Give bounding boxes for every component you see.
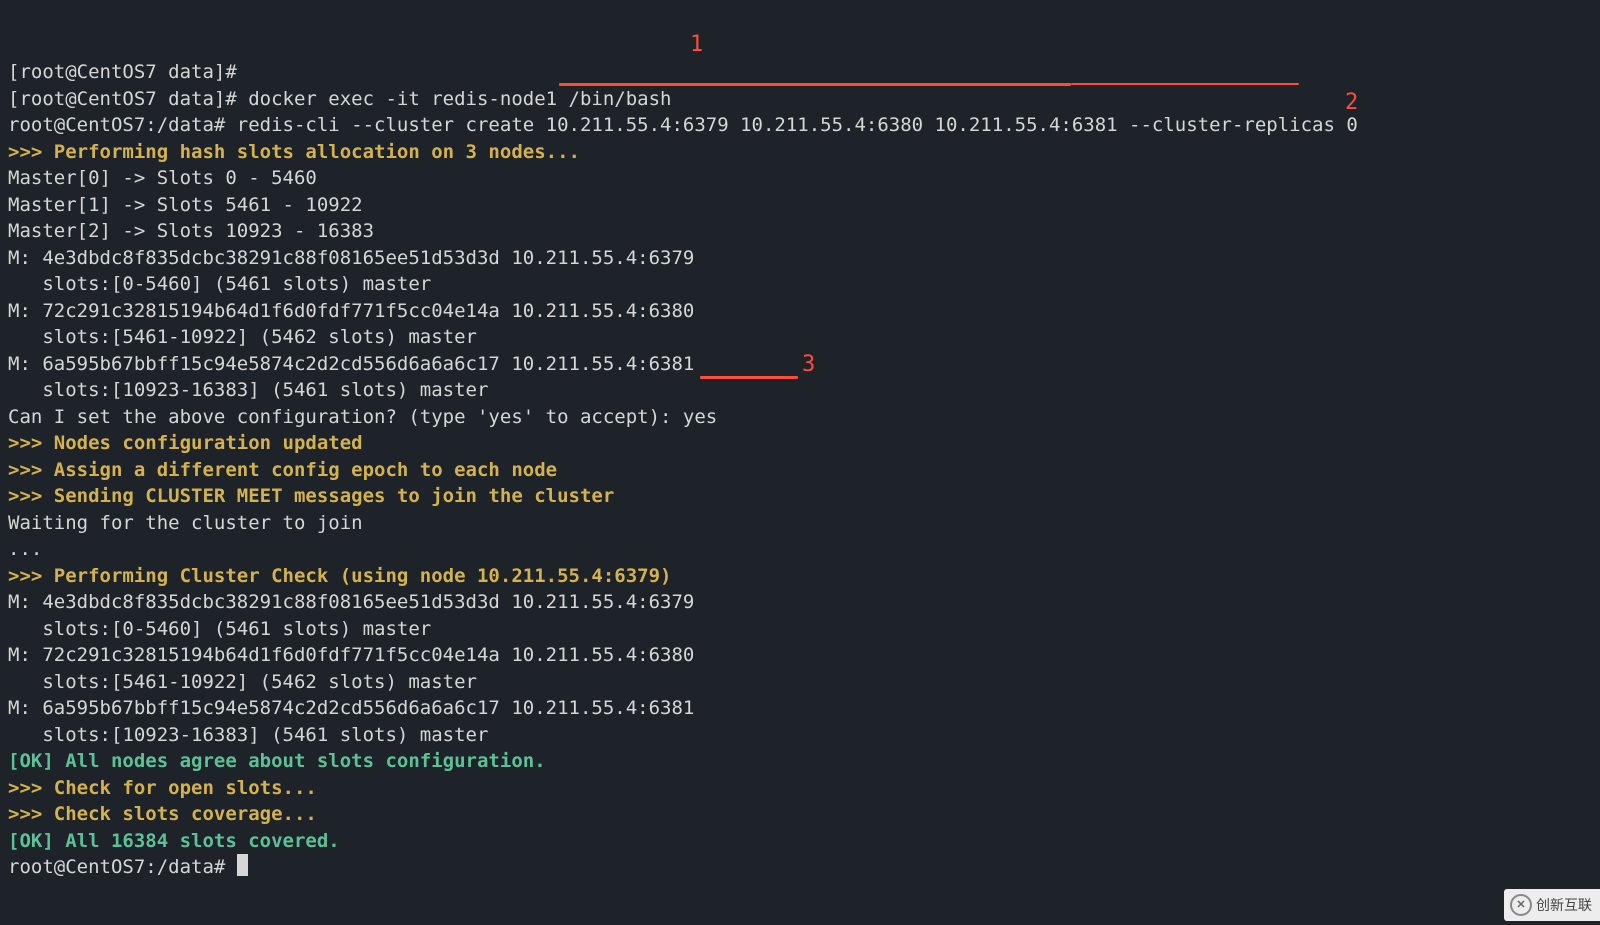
underline-cluster-addresses	[559, 83, 1071, 86]
terminal-text: [root@CentOS7 data]# docker exec -it red…	[8, 88, 671, 110]
terminal-text: slots:[5461-10922] (5462 slots) master	[8, 326, 477, 348]
terminal-line: >>> Check slots coverage...	[8, 801, 1592, 828]
terminal-text: ...	[8, 538, 42, 560]
terminal-text: [OK] All nodes agree about slots configu…	[8, 750, 546, 772]
annotation-1: 1	[690, 32, 703, 59]
terminal-line: Master[2] -> Slots 10923 - 16383	[8, 218, 1592, 245]
terminal-text: slots:[5461-10922] (5462 slots) master	[8, 671, 477, 693]
terminal-line: slots:[10923-16383] (5461 slots) master	[8, 377, 1592, 404]
terminal-text: Waiting for the cluster to join	[8, 512, 363, 534]
terminal-text: M: 72c291c32815194b64d1f6d0fdf771f5cc04e…	[8, 644, 694, 666]
terminal-line: >>> Assign a different config epoch to e…	[8, 457, 1592, 484]
terminal-line: >>> Performing Cluster Check (using node…	[8, 563, 1592, 590]
terminal-text: [root@CentOS7 data]#	[8, 61, 237, 83]
annotation-3: 3	[802, 352, 815, 379]
terminal-line: slots:[5461-10922] (5462 slots) master	[8, 669, 1592, 696]
terminal-text: slots:[10923-16383] (5461 slots) master	[8, 724, 488, 746]
terminal-text: Master[1] -> Slots 5461 - 10922	[8, 194, 363, 216]
terminal-line: >>> Check for open slots...	[8, 775, 1592, 802]
underline-cluster-addresses-2	[1071, 83, 1299, 85]
terminal-line: [OK] All nodes agree about slots configu…	[8, 748, 1592, 775]
terminal-line: M: 72c291c32815194b64d1f6d0fdf771f5cc04e…	[8, 298, 1592, 325]
terminal-text: root@CentOS7:/data# redis-cli --cluster …	[8, 114, 1358, 136]
terminal-line: [OK] All 16384 slots covered.	[8, 828, 1592, 855]
terminal-line: [root@CentOS7 data]#	[8, 59, 1592, 86]
terminal-line: root@CentOS7:/data#	[8, 854, 1592, 881]
watermark-badge: ✕ 创新互联	[1504, 889, 1600, 922]
terminal-output: [root@CentOS7 data]# [root@CentOS7 data]#…	[8, 59, 1592, 881]
terminal-line: M: 72c291c32815194b64d1f6d0fdf771f5cc04e…	[8, 642, 1592, 669]
watermark-logo-icon: ✕	[1510, 894, 1532, 916]
terminal-window[interactable]: [root@CentOS7 data]# [root@CentOS7 data]#…	[0, 0, 1600, 925]
terminal-line: M: 6a595b67bbff15c94e5874c2d2cd556d6a6a6…	[8, 351, 1592, 378]
terminal-text: Master[0] -> Slots 0 - 5460	[8, 167, 317, 189]
terminal-text: >>> Assign a different config epoch to e…	[8, 459, 557, 481]
terminal-text: >>> Sending CLUSTER MEET messages to joi…	[8, 485, 614, 507]
terminal-text: M: 6a595b67bbff15c94e5874c2d2cd556d6a6a6…	[8, 697, 694, 719]
terminal-line: slots:[10923-16383] (5461 slots) master	[8, 722, 1592, 749]
terminal-text: [OK] All 16384 slots covered.	[8, 830, 340, 852]
terminal-line: >>> Performing hash slots allocation on …	[8, 139, 1592, 166]
terminal-text: root@CentOS7:/data#	[8, 856, 237, 878]
terminal-line: slots:[0-5460] (5461 slots) master	[8, 271, 1592, 298]
terminal-text: Master[2] -> Slots 10923 - 16383	[8, 220, 374, 242]
terminal-line: ...	[8, 536, 1592, 563]
terminal-text: >>> Nodes configuration updated	[8, 432, 363, 454]
terminal-line: slots:[0-5460] (5461 slots) master	[8, 616, 1592, 643]
terminal-text: >>> Check slots coverage...	[8, 803, 317, 825]
terminal-text: M: 4e3dbdc8f835dcbc38291c88f08165ee51d53…	[8, 247, 694, 269]
terminal-text: >>> Performing Cluster Check (using node…	[8, 565, 671, 587]
terminal-line: M: 4e3dbdc8f835dcbc38291c88f08165ee51d53…	[8, 589, 1592, 616]
terminal-line: Master[1] -> Slots 5461 - 10922	[8, 192, 1592, 219]
terminal-text: M: 4e3dbdc8f835dcbc38291c88f08165ee51d53…	[8, 591, 694, 613]
terminal-line: slots:[5461-10922] (5462 slots) master	[8, 324, 1592, 351]
terminal-line: M: 4e3dbdc8f835dcbc38291c88f08165ee51d53…	[8, 245, 1592, 272]
underline-yes-answer	[700, 376, 798, 379]
terminal-line: >>> Nodes configuration updated	[8, 430, 1592, 457]
terminal-line: Can I set the above configuration? (type…	[8, 404, 1592, 431]
terminal-line: M: 6a595b67bbff15c94e5874c2d2cd556d6a6a6…	[8, 695, 1592, 722]
terminal-text: slots:[0-5460] (5461 slots) master	[8, 618, 431, 640]
terminal-text: Can I set the above configuration? (type…	[8, 406, 717, 428]
terminal-text: >>> Performing hash slots allocation on …	[8, 141, 580, 163]
terminal-line: >>> Sending CLUSTER MEET messages to joi…	[8, 483, 1592, 510]
terminal-text: slots:[0-5460] (5461 slots) master	[8, 273, 431, 295]
annotation-2: 2	[1345, 90, 1358, 117]
terminal-text: M: 72c291c32815194b64d1f6d0fdf771f5cc04e…	[8, 300, 694, 322]
terminal-text: slots:[10923-16383] (5461 slots) master	[8, 379, 488, 401]
terminal-cursor[interactable]	[237, 854, 248, 876]
terminal-line: Waiting for the cluster to join	[8, 510, 1592, 537]
terminal-text: M: 6a595b67bbff15c94e5874c2d2cd556d6a6a6…	[8, 353, 694, 375]
terminal-text: >>> Check for open slots...	[8, 777, 317, 799]
watermark-text: 创新互联	[1536, 892, 1592, 919]
terminal-line: Master[0] -> Slots 0 - 5460	[8, 165, 1592, 192]
